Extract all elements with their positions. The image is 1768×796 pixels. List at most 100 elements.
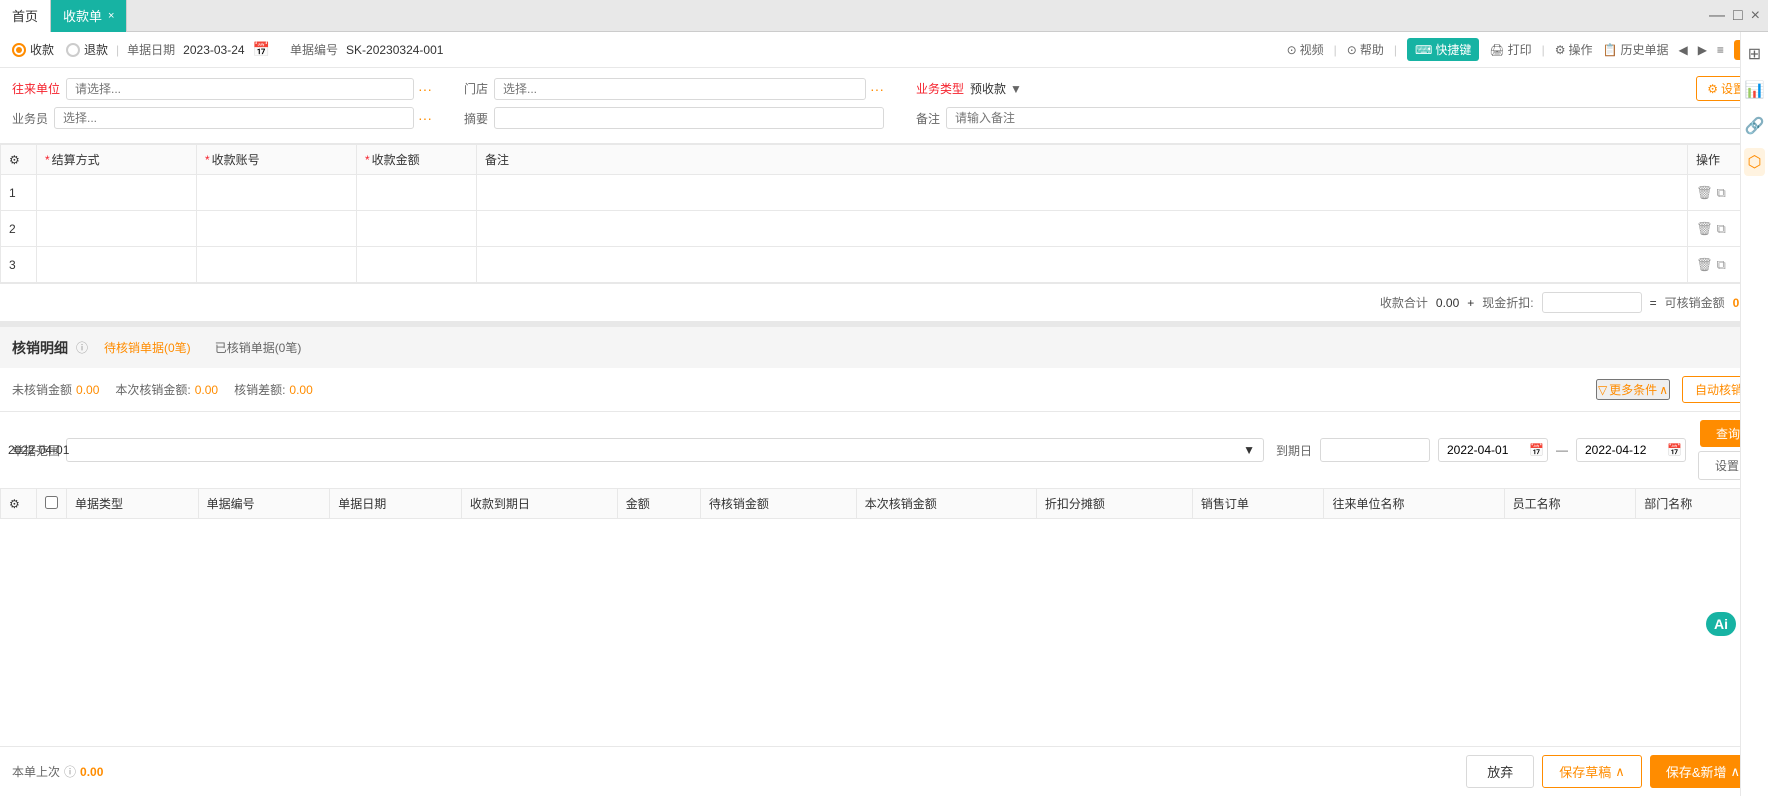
print-btn[interactable]: 🖨 打印	[1489, 41, 1531, 58]
row2-note[interactable]	[477, 211, 1688, 247]
bottom-th-partner: 往来单位名称	[1324, 489, 1504, 519]
th-gear[interactable]: ⚙	[1, 145, 37, 175]
row2-amount[interactable]	[357, 211, 477, 247]
receipt-table: ⚙ 结算方式 收款账号 收款金额 备注 操作 1	[0, 144, 1768, 283]
store-more-btn[interactable]: ···	[870, 81, 884, 97]
date-from-input2[interactable]	[1438, 438, 1548, 462]
range-select[interactable]: ▼	[66, 438, 1264, 462]
operate-icon: ⚙	[1555, 43, 1566, 57]
more-conditions-btn[interactable]: ▽ 更多条件 ∧	[1596, 379, 1670, 400]
business-type-chevron[interactable]: ▼	[1010, 82, 1022, 96]
video-btn[interactable]: ⊙ 视频	[1287, 41, 1324, 58]
note-input[interactable]	[946, 107, 1756, 129]
nav-prev[interactable]: ◀	[1678, 43, 1687, 57]
summary-input[interactable]	[494, 107, 884, 129]
print-icon: 🖨	[1489, 43, 1504, 57]
row1-account[interactable]	[197, 175, 357, 211]
row2-account[interactable]	[197, 211, 357, 247]
discount-label: 现金折扣:	[1482, 294, 1533, 311]
bottom-th-due: 收款到期日	[461, 489, 617, 519]
filter-icon: ▽	[1598, 383, 1607, 397]
calendar-icon[interactable]: 📅	[253, 41, 270, 58]
row1-amount[interactable]	[357, 175, 477, 211]
current-check-label: 本次核销金额:	[115, 381, 190, 398]
toolbar-sep3: |	[1542, 43, 1545, 57]
bottom-th-sales: 销售订单	[1192, 489, 1324, 519]
store-input[interactable]	[494, 78, 866, 100]
verify-pending-tab[interactable]: 待核销单据(0笔)	[96, 337, 199, 358]
date-field: 到期日 2022-04-01 📅 — 📅	[1276, 438, 1686, 462]
operate-btn[interactable]: ⚙ 操作	[1555, 41, 1593, 58]
row1-note[interactable]	[477, 175, 1688, 211]
discount-input[interactable]	[1542, 292, 1642, 313]
tab-receipt[interactable]: 收款单 ×	[51, 0, 127, 32]
staff-field: 业务员 ···	[12, 107, 432, 129]
abandon-btn[interactable]: 放弃	[1466, 755, 1534, 788]
staff-more-btn[interactable]: ···	[418, 110, 432, 126]
row3-account[interactable]	[197, 247, 357, 283]
select-all-checkbox[interactable]	[45, 496, 58, 509]
partner-input[interactable]	[66, 78, 414, 100]
number-label: 单据编号	[290, 41, 338, 58]
row3-settlement[interactable]	[37, 247, 197, 283]
sidebar-icon-2[interactable]: 📊	[1741, 76, 1768, 104]
bottom-th-checkbox[interactable]	[37, 489, 67, 519]
radio-receipt-dot	[12, 43, 26, 57]
th-settlement: 结算方式	[37, 145, 197, 175]
row2-settlement[interactable]	[37, 211, 197, 247]
tab-home[interactable]: 首页	[0, 0, 51, 32]
note-label: 备注	[916, 110, 940, 127]
radio-refund-dot	[66, 43, 80, 57]
summary-label: 摘要	[464, 110, 488, 127]
window-minimize[interactable]: —	[1709, 7, 1725, 25]
equals-sign: =	[1650, 296, 1657, 310]
row3-note[interactable]	[477, 247, 1688, 283]
radio-receipt[interactable]: 收款	[12, 41, 54, 58]
form-area: 往来单位 ··· 门店 ··· 业务类型 预收款 ▼ ⚙ 设置	[0, 68, 1768, 144]
bottom-th-discount: 折扣分摊额	[1036, 489, 1192, 519]
toolbar-right: ⊙ 视频 | ⊙ 帮助 | ⌨ 快捷键 🖨 打印 | ⚙ 操作	[1287, 38, 1756, 61]
row3-copy-icon[interactable]: ⧉	[1717, 257, 1726, 273]
prev-info-icon[interactable]: ⓘ	[64, 763, 76, 780]
bottom-th-gear[interactable]: ⚙	[1, 489, 37, 519]
partner-more-btn[interactable]: ···	[418, 81, 432, 97]
row2-delete-icon[interactable]: 🗑	[1696, 221, 1713, 237]
prev-value: 0.00	[80, 765, 103, 779]
date-to-input[interactable]	[1576, 438, 1686, 462]
ai-badge[interactable]: Ai	[1706, 612, 1736, 636]
date-value: 2023-03-24	[183, 43, 244, 57]
layout-icon[interactable]: ≡	[1717, 43, 1724, 57]
sidebar-icon-4[interactable]: ⬡	[1744, 148, 1766, 176]
save-draft-btn[interactable]: 保存草稿 ∧	[1542, 755, 1642, 788]
row3-amount[interactable]	[357, 247, 477, 283]
radio-refund[interactable]: 退款	[66, 41, 108, 58]
verify-done-tab[interactable]: 已核销单据(0笔)	[207, 337, 310, 358]
footer: 本单上次 ⓘ 0.00 放弃 保存草稿 ∧ 保存&新增 ∧	[0, 746, 1768, 796]
partner-label: 往来单位	[12, 80, 60, 97]
date-from-input[interactable]	[1320, 438, 1430, 462]
row1-delete-icon[interactable]: 🗑	[1696, 185, 1713, 201]
row3-delete-icon[interactable]: 🗑	[1696, 257, 1713, 273]
shortcut-btn[interactable]: ⌨ 快捷键	[1407, 38, 1479, 61]
tab-receipt-close[interactable]: ×	[108, 10, 114, 22]
row1-settlement[interactable]	[37, 175, 197, 211]
nav-next[interactable]: ▶	[1698, 43, 1707, 57]
window-restore[interactable]: □	[1733, 7, 1743, 25]
range-chevron: ▼	[1243, 443, 1255, 457]
staff-input[interactable]	[54, 107, 414, 129]
sidebar-icon-1[interactable]: ⊞	[1744, 40, 1765, 68]
help-btn[interactable]: ⊙ 帮助	[1347, 41, 1384, 58]
row1-copy-icon[interactable]: ⧉	[1717, 185, 1726, 201]
note-field: 备注	[916, 107, 1756, 129]
bottom-th-number: 单据编号	[198, 489, 330, 519]
sidebar-icon-3[interactable]: 🔗	[1741, 112, 1768, 140]
store-field: 门店 ···	[464, 78, 884, 100]
receipt-type-group: 收款 退款	[12, 41, 108, 58]
video-icon: ⊙	[1287, 43, 1297, 57]
row2-copy-icon[interactable]: ⧉	[1717, 221, 1726, 237]
window-close[interactable]: ×	[1751, 7, 1760, 25]
chevron-up-icon: ∧	[1659, 383, 1668, 397]
history-btn[interactable]: 📋 历史单据	[1602, 41, 1668, 58]
verify-info-icon[interactable]: ⓘ	[76, 339, 88, 356]
date-range-sep: —	[1556, 443, 1568, 457]
